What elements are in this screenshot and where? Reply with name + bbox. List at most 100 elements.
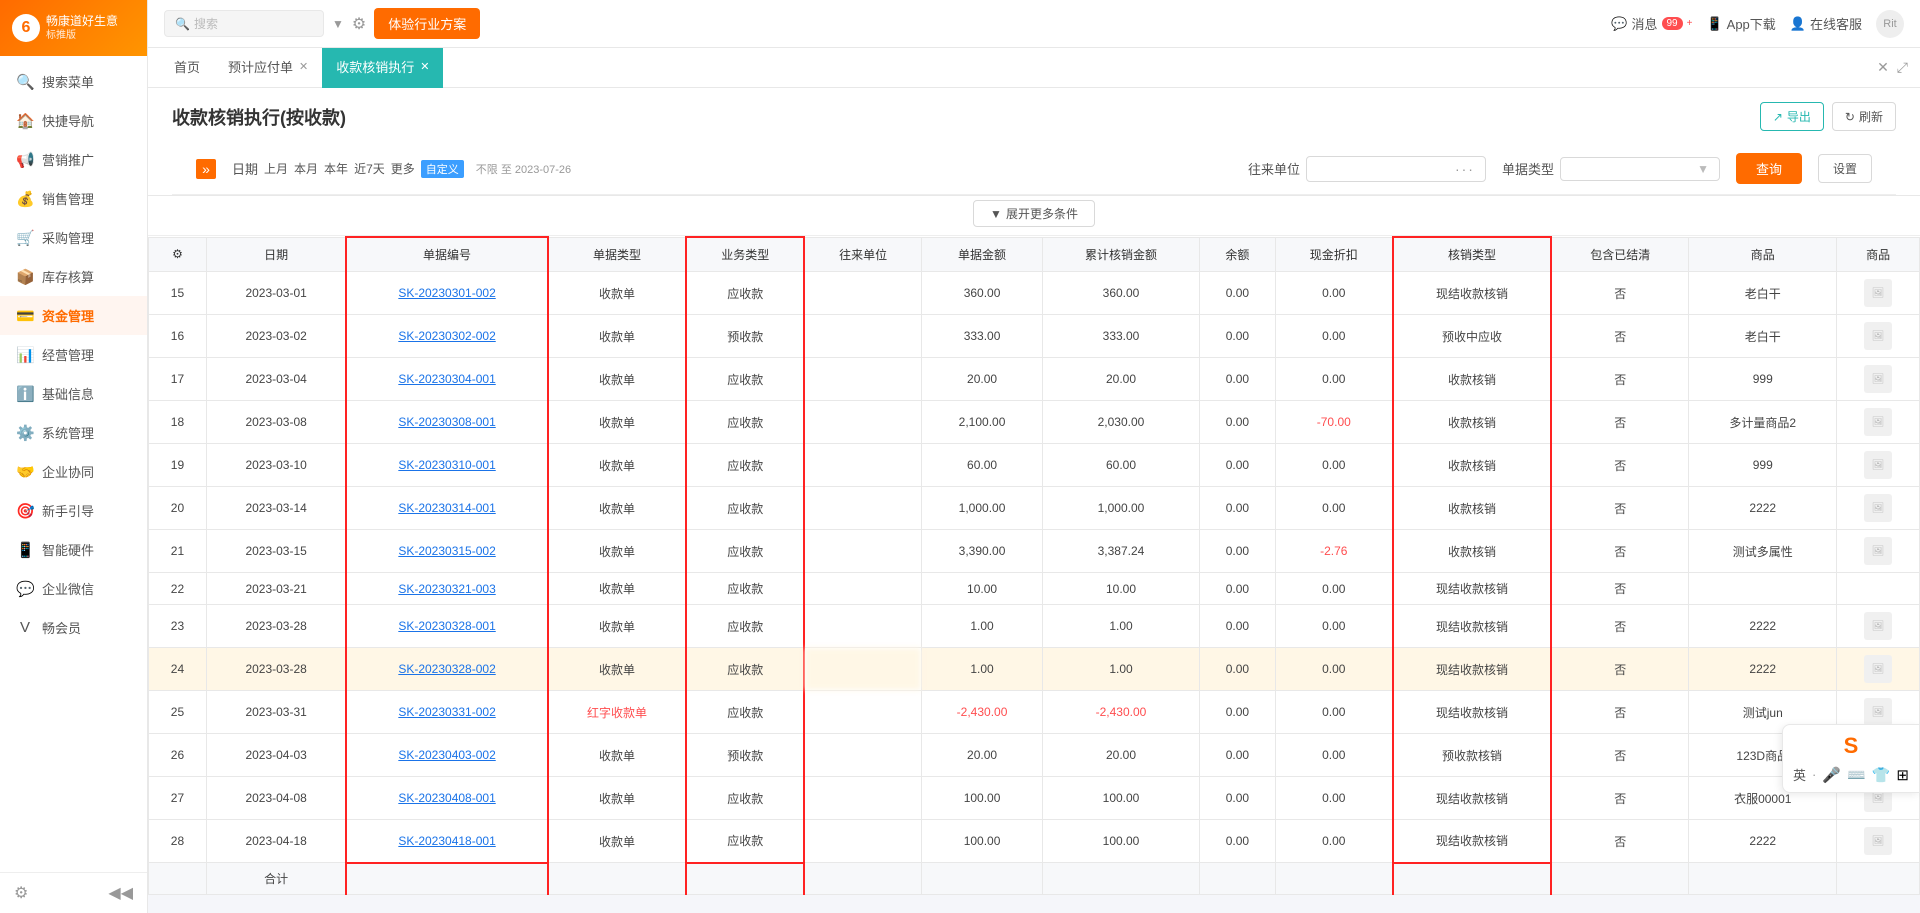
sidebar-item-corp[interactable]: 🤝企业协同 [0,452,147,491]
tab-home[interactable]: 首页 [160,48,214,88]
cell-r2-c13: 🖼 [1837,358,1920,401]
cell-r13-c2[interactable]: SK-20230418-001 [346,820,547,863]
sidebar-item-finance[interactable]: 💳资金管理 [0,296,147,335]
cell-r0-c7: 360.00 [1043,272,1200,315]
close-window-icon[interactable]: ✕ [1877,59,1889,76]
cell-r6-c2[interactable]: SK-20230315-002 [346,530,547,573]
sidebar-label-corp: 企业协同 [42,462,94,481]
cell-r6-c1: 2023-03-15 [206,530,346,573]
float-icon-1[interactable]: 英 [1793,765,1806,784]
table-container[interactable]: ⚙日期单据编号单据类型业务类型往来单位单据金额累计核销金额余额现金折扣核销类型包… [148,236,1920,913]
float-mic-icon[interactable]: 🎤 [1822,766,1841,784]
cell-r8-c2[interactable]: SK-20230328-001 [346,605,547,648]
sidebar-item-search[interactable]: 🔍搜索菜单 [0,62,147,101]
cell-r9-c2[interactable]: SK-20230328-002 [346,648,547,691]
tab-close-payable[interactable]: ✕ [299,60,308,73]
float-keyboard-icon[interactable]: ⌨️ [1847,766,1866,784]
topbar-chevron-icon[interactable]: ▼ [332,17,344,31]
sidebar-item-quick[interactable]: 🏠快捷导航 [0,101,147,140]
sidebar-item-purchase[interactable]: 🛒采购管理 [0,218,147,257]
collapse-icon[interactable]: ◀◀ [108,883,133,903]
export-button[interactable]: ↗ 导出 [1760,102,1824,131]
filter-expand-button[interactable]: » [196,159,216,179]
cell-r11-c9: 0.00 [1275,734,1392,777]
sidebar-item-marketing[interactable]: 📢营销推广 [0,140,147,179]
sidebar-label-marketing: 营销推广 [42,150,94,169]
sidebar-item-hardware[interactable]: 📱智能硬件 [0,530,147,569]
maximize-icon[interactable]: ⤢ [1897,59,1908,76]
date-option-本年[interactable]: 本年 [324,160,348,177]
cell-r6-c7: 3,387.24 [1043,530,1200,573]
cell-r4-c2[interactable]: SK-20230310-001 [346,444,547,487]
topbar-gear-icon[interactable]: ⚙ [352,14,366,34]
user-avatar[interactable]: Rit [1876,10,1904,38]
cell-r13-c5 [804,820,921,863]
float-shirt-icon[interactable]: 👕 [1872,766,1891,784]
date-option-上月[interactable]: 上月 [264,160,288,177]
tab-receipt[interactable]: 收款核销执行✕ [322,48,443,88]
cell-r3-c11: 否 [1551,401,1689,444]
cell-r7-c2[interactable]: SK-20230321-003 [346,573,547,605]
cell-r3-c2[interactable]: SK-20230308-001 [346,401,547,444]
cell-r7-c6: 10.00 [922,573,1043,605]
cell-r11-c2[interactable]: SK-20230403-002 [346,734,547,777]
solution-button[interactable]: 体验行业方案 [374,8,480,39]
sidebar-item-guide[interactable]: 🎯新手引导 [0,491,147,530]
cell-r13-c9: 0.00 [1275,820,1392,863]
cell-r0-c2[interactable]: SK-20230301-002 [346,272,547,315]
cell-r2-c2[interactable]: SK-20230304-001 [346,358,547,401]
cell-r10-c10: 现结收款核销 [1393,691,1552,734]
sidebar-item-member[interactable]: V畅会员 [0,608,147,647]
cell-r3-c3: 收款单 [548,401,686,444]
cell-r5-c9: 0.00 [1275,487,1392,530]
settings-icon[interactable]: ⚙ [14,883,28,903]
cell-r0-c12: 老白干 [1689,272,1837,315]
cell-r6-c5 [804,530,921,573]
expand-more-button[interactable]: ▼ 展开更多条件 [973,200,1095,227]
page-title-row: 收款核销执行(按收款) ↗ 导出 ↻ 刷新 [172,102,1896,131]
cell-r4-c7: 60.00 [1043,444,1200,487]
content-area: 收款核销执行(按收款) ↗ 导出 ↻ 刷新 » 日期 上月本月 [148,88,1920,913]
col-header-4: 业务类型 [686,237,804,272]
product-img: 🖼 [1864,279,1892,307]
partner-input[interactable]: ··· [1306,156,1486,182]
tab-payable[interactable]: 预计应付单✕ [214,48,322,88]
cell-r1-c2[interactable]: SK-20230302-002 [346,315,547,358]
online-service-button[interactable]: 👤 在线客服 [1790,14,1862,33]
custom-date-button[interactable]: 自定义 [421,160,464,178]
cell-r0-c6: 360.00 [922,272,1043,315]
sidebar-item-sales[interactable]: 💰销售管理 [0,179,147,218]
date-option-更多[interactable]: 更多 [391,160,415,177]
cell-r5-c2[interactable]: SK-20230314-001 [346,487,547,530]
refresh-button[interactable]: ↻ 刷新 [1832,102,1896,131]
sidebar-icon-search: 🔍 [16,73,34,91]
cell-r6-c3: 收款单 [548,530,686,573]
tab-close-receipt[interactable]: ✕ [420,60,429,73]
search-box[interactable]: 🔍 搜索 [164,10,324,37]
float-grid-icon[interactable]: ⊞ [1896,766,1909,784]
cell-r12-c9: 0.00 [1275,777,1392,820]
cell-r5-c13: 🖼 [1837,487,1920,530]
message-button[interactable]: 💬 消息 99 + [1611,14,1692,33]
cell-r2-c7: 20.00 [1043,358,1200,401]
sidebar-icon-hardware: 📱 [16,541,34,559]
query-button[interactable]: 查询 [1736,153,1802,184]
sidebar-item-operation[interactable]: 📊经营管理 [0,335,147,374]
tab-label-home: 首页 [174,57,200,76]
sidebar-item-basic[interactable]: ℹ️基础信息 [0,374,147,413]
date-option-近7天[interactable]: 近7天 [354,160,385,177]
product-img: 🖼 [1864,612,1892,640]
sidebar-item-inventory[interactable]: 📦库存核算 [0,257,147,296]
sidebar-item-system[interactable]: ⚙️系统管理 [0,413,147,452]
cell-r10-c2[interactable]: SK-20230331-002 [346,691,547,734]
cell-r8-c0: 23 [149,605,207,648]
settings-col-icon[interactable]: ⚙ [172,247,183,261]
app-download-button[interactable]: 📱 App下载 [1706,14,1775,33]
setting-button[interactable]: 设置 [1818,154,1872,183]
cell-r12-c2[interactable]: SK-20230408-001 [346,777,547,820]
cell-r9-c3: 收款单 [548,648,686,691]
doctype-select[interactable]: ▼ [1560,157,1720,181]
cell-r3-c4: 应收款 [686,401,804,444]
sidebar-item-wechat[interactable]: 💬企业微信 [0,569,147,608]
date-option-本月[interactable]: 本月 [294,160,318,177]
